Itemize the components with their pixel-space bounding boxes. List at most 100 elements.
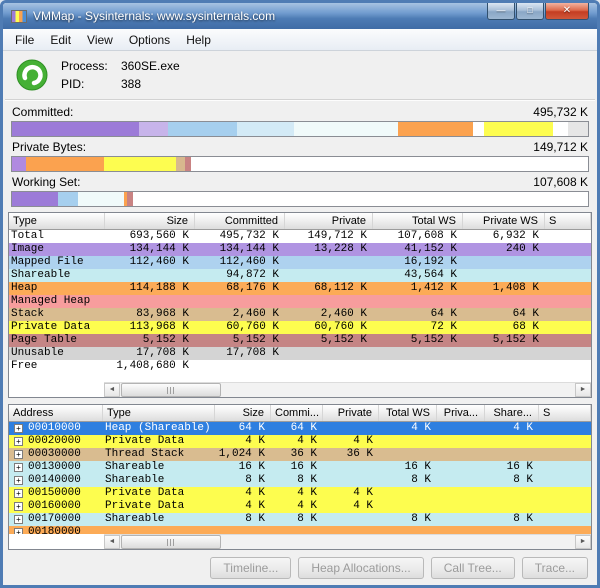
summary-row[interactable]: Total 693,560 K 495,732 K 149,712 K 107,… bbox=[9, 230, 591, 243]
detail-row[interactable]: + 00140000 Shareable 8 K 8 K 8 K 8 K bbox=[9, 474, 591, 487]
scroll-thumb[interactable] bbox=[121, 383, 221, 397]
column-header-private-ws[interactable]: Private WS bbox=[463, 213, 545, 229]
menu-item[interactable]: Edit bbox=[42, 30, 79, 50]
expand-icon[interactable]: + bbox=[14, 489, 23, 498]
minimize-button[interactable]: — bbox=[487, 3, 515, 20]
cell-type: Private Data bbox=[105, 487, 185, 499]
column-header-s[interactable]: S bbox=[539, 405, 591, 421]
summary-row[interactable]: Page Table 5,152 K 5,152 K 5,152 K 5,152… bbox=[9, 334, 591, 347]
column-header-address[interactable]: Address bbox=[9, 405, 103, 421]
cell-private: 36 K bbox=[346, 448, 373, 460]
cell-private-ws bbox=[437, 461, 485, 474]
cell-shareable-ws bbox=[485, 448, 539, 461]
cell-private bbox=[323, 474, 379, 487]
column-header-private[interactable]: Private bbox=[323, 405, 379, 421]
summary-row[interactable]: Mapped File 112,460 K 112,460 K 16,192 K bbox=[9, 256, 591, 269]
detail-row[interactable]: + 00170000 Shareable 8 K 8 K 8 K 8 K bbox=[9, 513, 591, 526]
detail-row[interactable]: + 00030000 Thread Stack 1,024 K 36 K 36 … bbox=[9, 448, 591, 461]
summary-row[interactable]: Private Data 113,968 K 60,760 K 60,760 K… bbox=[9, 321, 591, 334]
summary-row[interactable]: Heap 114,188 K 68,176 K 68,112 K 1,412 K… bbox=[9, 282, 591, 295]
action-button[interactable]: Call Tree... bbox=[430, 556, 515, 579]
detail-horizontal-scrollbar[interactable]: ◄ ► bbox=[104, 534, 591, 549]
cell-total-ws bbox=[379, 487, 437, 500]
menu-item[interactable]: Help bbox=[178, 30, 219, 50]
maximize-button[interactable]: □ bbox=[516, 3, 544, 20]
scroll-track[interactable] bbox=[222, 535, 575, 549]
cell-private-ws bbox=[437, 526, 485, 534]
expand-icon[interactable]: + bbox=[14, 502, 23, 511]
bar-segment bbox=[484, 122, 554, 136]
cell-type: Image bbox=[11, 243, 45, 255]
cell-committed: 4 K bbox=[297, 435, 317, 447]
vmmap-window: VMMap - Sysinternals: www.sysinternals.c… bbox=[0, 0, 600, 588]
summary-row[interactable]: Stack 83,968 K 2,460 K 2,460 K 64 K 64 K bbox=[9, 308, 591, 321]
column-header-size[interactable]: Size bbox=[105, 213, 195, 229]
column-header-size[interactable]: Size bbox=[215, 405, 271, 421]
expand-icon[interactable]: + bbox=[14, 515, 23, 524]
action-button[interactable]: Heap Allocations... bbox=[298, 556, 424, 579]
cell-private: 4 K bbox=[353, 435, 373, 447]
cell-shareable-ws bbox=[545, 282, 591, 295]
summary-row[interactable]: Free 1,408,680 K bbox=[9, 360, 591, 373]
menu-item[interactable]: File bbox=[7, 30, 42, 50]
bar-segment bbox=[138, 122, 168, 136]
column-header-total-ws[interactable]: Total WS bbox=[373, 213, 463, 229]
column-header-shareable-ws[interactable]: S bbox=[545, 213, 591, 229]
cell-type bbox=[103, 526, 215, 534]
expand-icon[interactable]: + bbox=[14, 424, 23, 433]
scroll-left-icon[interactable]: ◄ bbox=[104, 383, 120, 397]
expand-icon[interactable]: + bbox=[14, 463, 23, 472]
detail-row[interactable]: + 00160000 Private Data 4 K 4 K 4 K bbox=[9, 500, 591, 513]
detail-row[interactable]: + 00130000 Shareable 16 K 16 K 16 K 16 K bbox=[9, 461, 591, 474]
scroll-left-icon[interactable]: ◄ bbox=[104, 535, 120, 549]
expand-icon[interactable]: + bbox=[14, 450, 23, 459]
detail-row[interactable]: + 00020000 Private Data 4 K 4 K 4 K bbox=[9, 435, 591, 448]
cell-private-ws: 64 K bbox=[512, 308, 539, 320]
scroll-track[interactable] bbox=[222, 383, 575, 397]
cell-type: Private Data bbox=[105, 500, 185, 512]
summary-table-header: Type Size Committed Private Total WS Pri… bbox=[9, 213, 591, 230]
detail-table-header: Address Type Size Commi... Private Total… bbox=[9, 405, 591, 422]
expand-icon[interactable]: + bbox=[14, 437, 23, 446]
summary-row[interactable]: Unusable 17,708 K 17,708 K bbox=[9, 347, 591, 360]
summary-table: Type Size Committed Private Total WS Pri… bbox=[8, 212, 592, 398]
cell-committed bbox=[195, 360, 285, 373]
scroll-right-icon[interactable]: ► bbox=[575, 535, 591, 549]
summary-row[interactable]: Image 134,144 K 134,144 K 13,228 K 41,15… bbox=[9, 243, 591, 256]
column-header-private-ws[interactable]: Priva... bbox=[437, 405, 485, 421]
summary-horizontal-scrollbar[interactable]: ◄ ► bbox=[104, 382, 591, 397]
address-text: 00020000 bbox=[28, 435, 81, 447]
summary-row[interactable]: Managed Heap bbox=[9, 295, 591, 308]
cell-private bbox=[323, 461, 379, 474]
detail-row[interactable]: + 00180000 bbox=[9, 526, 591, 534]
menu-bar: File Edit View Options Help bbox=[3, 29, 597, 51]
cell-size: 4 K bbox=[245, 435, 265, 447]
private-bytes-bar bbox=[11, 156, 589, 172]
cell-total-ws: 5,152 K bbox=[410, 334, 457, 346]
scroll-right-icon[interactable]: ► bbox=[575, 383, 591, 397]
expand-icon[interactable]: + bbox=[14, 476, 23, 485]
scroll-thumb[interactable] bbox=[121, 535, 221, 549]
column-header-type[interactable]: Type bbox=[103, 405, 215, 421]
action-button[interactable]: Trace... bbox=[521, 556, 588, 579]
column-header-committed[interactable]: Committed bbox=[195, 213, 285, 229]
action-button[interactable]: Timeline... bbox=[210, 556, 292, 579]
summary-row[interactable]: Shareable 94,872 K 43,564 K bbox=[9, 269, 591, 282]
cell-private-ws: 240 K bbox=[505, 243, 539, 255]
menu-item[interactable]: View bbox=[79, 30, 121, 50]
column-header-type[interactable]: Type bbox=[9, 213, 105, 229]
title-bar[interactable]: VMMap - Sysinternals: www.sysinternals.c… bbox=[3, 3, 597, 29]
detail-row[interactable]: + 00150000 Private Data 4 K 4 K 4 K bbox=[9, 487, 591, 500]
column-header-committed[interactable]: Commi... bbox=[271, 405, 323, 421]
column-header-private[interactable]: Private bbox=[285, 213, 373, 229]
expand-icon[interactable]: + bbox=[14, 528, 23, 534]
cell-committed: 64 K bbox=[290, 422, 317, 434]
cell-type: Stack bbox=[11, 308, 45, 320]
cell-s bbox=[539, 513, 591, 526]
cell-committed: 2,460 K bbox=[232, 308, 279, 320]
detail-row[interactable]: + 00010000 Heap (Shareable) 64 K 64 K 4 … bbox=[9, 422, 591, 435]
column-header-total-ws[interactable]: Total WS bbox=[379, 405, 437, 421]
menu-item[interactable]: Options bbox=[121, 30, 178, 50]
close-button[interactable]: ✕ bbox=[545, 3, 589, 20]
column-header-shareable-ws[interactable]: Share... bbox=[485, 405, 539, 421]
